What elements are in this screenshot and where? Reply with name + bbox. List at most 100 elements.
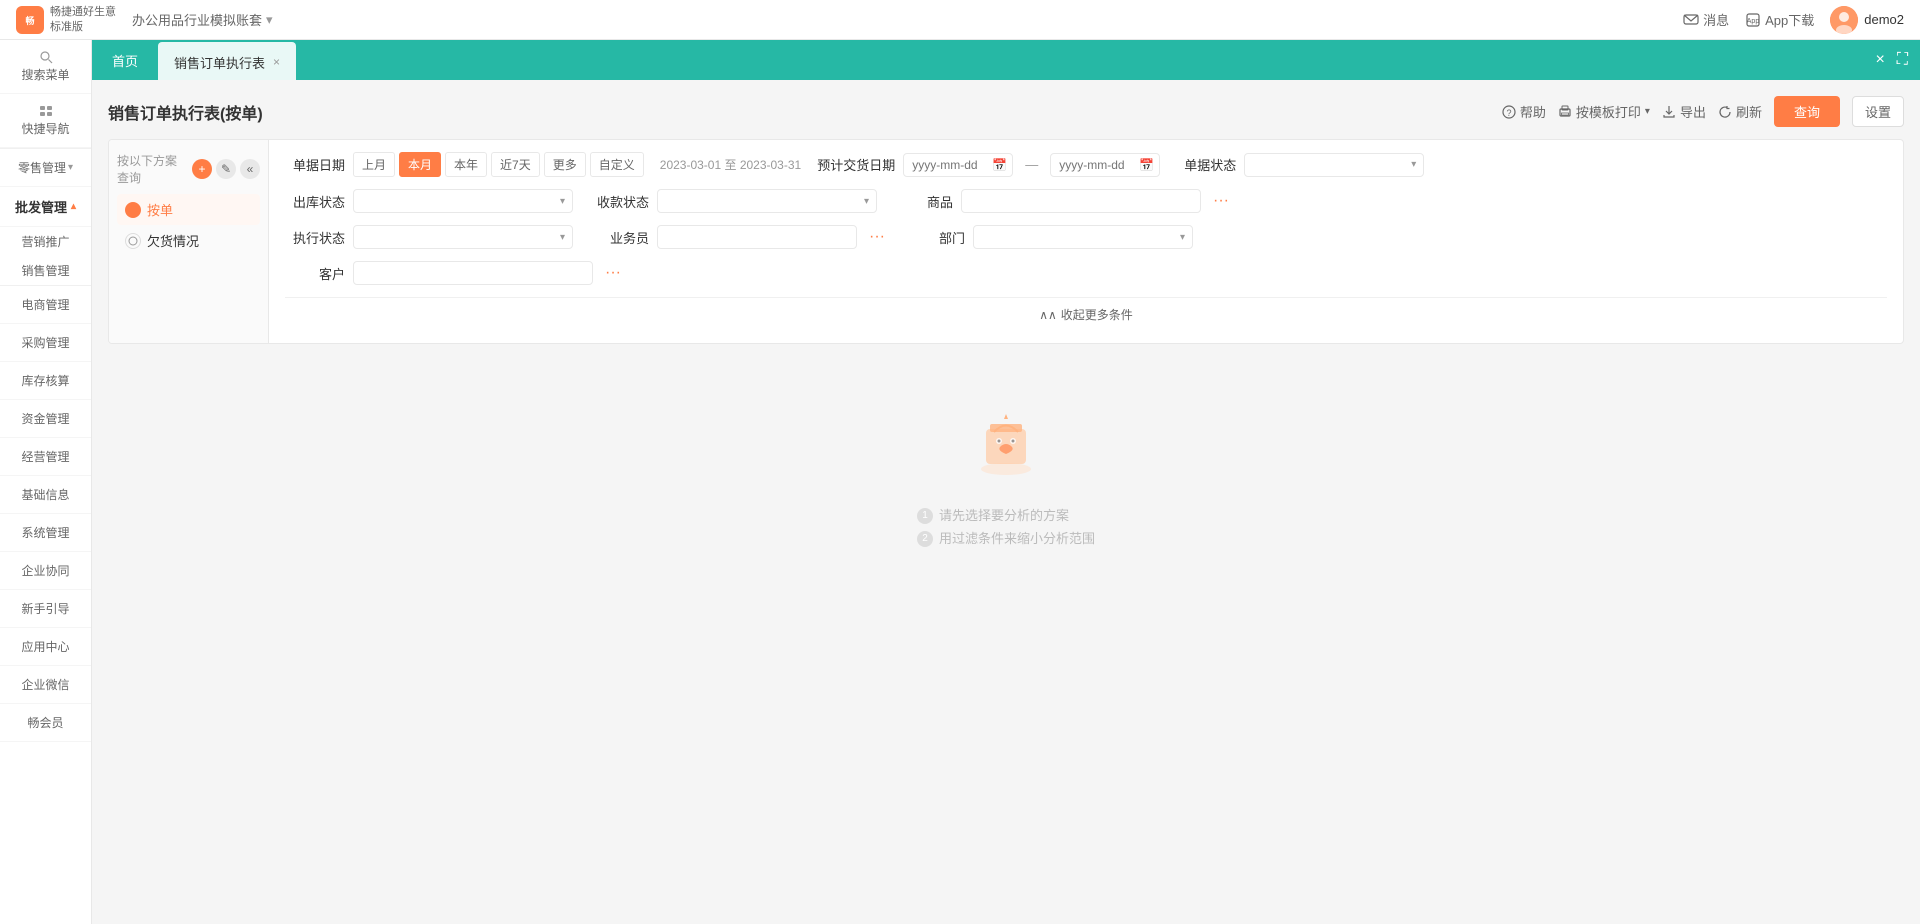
breadcrumb-text: 办公用品行业模拟账套 — [132, 10, 262, 29]
salesperson-dots-button[interactable]: ··· — [865, 228, 889, 246]
window-close-button[interactable]: × — [1871, 47, 1888, 73]
svg-text:App: App — [1747, 18, 1760, 25]
delivery-label: 预计交货日期 — [817, 155, 895, 174]
docstatus-label: 单据状态 — [1176, 155, 1236, 174]
salesperson-input[interactable] — [657, 225, 857, 249]
sidebar-item-finance[interactable]: 资金管理 — [0, 400, 91, 438]
tip-num-2: 2 — [917, 531, 933, 547]
edit-scheme-button[interactable]: ✎ — [216, 159, 236, 179]
execstatus-select[interactable] — [353, 225, 573, 249]
filter-field-docstatus: 单据状态 ▾ — [1176, 153, 1424, 177]
sidebar-item-ecommerce[interactable]: 电商管理 — [0, 286, 91, 324]
sidebar-sub-sales[interactable]: 销售管理 — [0, 256, 91, 285]
product-dots-button[interactable]: ··· — [1209, 192, 1233, 210]
delivery-date-start-input[interactable] — [903, 153, 1013, 177]
sidebar-item-wholesale[interactable]: 批发管理 ▴ — [0, 187, 91, 227]
paymentstatus-select[interactable] — [657, 189, 877, 213]
scheme-icon-shortage — [125, 233, 141, 249]
collapse-scheme-button[interactable]: « — [240, 159, 260, 179]
scheme-item-shortage[interactable]: 欠货情况 — [117, 225, 260, 256]
top-bar-right: 消息 App App下载 demo2 — [1683, 6, 1904, 34]
empty-tip-2: 2 用过滤条件来缩小分析范围 — [917, 527, 1095, 550]
add-scheme-button[interactable]: + — [192, 159, 212, 179]
tab-sales-execution[interactable]: 销售订单执行表 × — [158, 42, 296, 82]
tab-bar: 首页 销售订单执行表 × × ⛶ — [92, 40, 1920, 80]
settings-button[interactable]: 设置 — [1852, 96, 1904, 127]
sidebar-item-operations[interactable]: 经营管理 — [0, 438, 91, 476]
date-btn-lastmonth[interactable]: 上月 — [353, 152, 395, 177]
app-download-button[interactable]: App App下载 — [1745, 10, 1814, 29]
help-button[interactable]: ? 帮助 — [1502, 102, 1546, 121]
scheme-item-order[interactable]: 按单 — [117, 194, 260, 225]
dept-label: 部门 — [905, 228, 965, 247]
date-btn-thismonth[interactable]: 本月 — [399, 152, 441, 177]
empty-tip-1: 1 请先选择要分析的方案 — [917, 504, 1095, 527]
customer-dots-button[interactable]: ··· — [601, 264, 625, 282]
sidebar-sub-marketing[interactable]: 营销推广 — [0, 227, 91, 256]
date-btn-7days[interactable]: 近7天 — [491, 152, 540, 177]
filter-field-paymentstatus: 收款状态 ▾ — [589, 189, 877, 213]
docstatus-select[interactable] — [1244, 153, 1424, 177]
collapse-more-button[interactable]: ∧∧ 收起更多条件 — [285, 297, 1887, 331]
customer-label: 客户 — [285, 264, 345, 283]
breadcrumb[interactable]: 办公用品行业模拟账套 ▾ — [132, 10, 273, 29]
export-button[interactable]: 导出 — [1662, 102, 1706, 121]
sidebar-item-system[interactable]: 系统管理 — [0, 514, 91, 552]
query-button[interactable]: 查询 — [1774, 96, 1840, 127]
sidebar-item-purchase[interactable]: 采购管理 — [0, 324, 91, 362]
deliverystatus-label: 出库状态 — [285, 192, 345, 211]
tab-label: 销售订单执行表 — [174, 53, 265, 72]
message-icon — [1683, 12, 1699, 28]
product-label: 商品 — [893, 192, 953, 211]
date-range-text: 2023-03-01 至 2023-03-31 — [660, 156, 801, 173]
sidebar-item-basic[interactable]: 基础信息 — [0, 476, 91, 514]
download-icon: App — [1745, 12, 1761, 28]
date-btn-more[interactable]: 更多 — [544, 152, 586, 177]
execstatus-select-wrapper: ▾ — [353, 225, 573, 249]
sidebar-item-newbie[interactable]: 新手引导 — [0, 590, 91, 628]
tab-close-button[interactable]: × — [273, 55, 280, 69]
paymentstatus-select-wrapper: ▾ — [657, 189, 877, 213]
deliverystatus-select[interactable] — [353, 189, 573, 213]
filter-field-salesperson: 业务员 ··· — [589, 225, 889, 249]
refresh-button[interactable]: 刷新 — [1718, 102, 1762, 121]
filter-field-deliverystatus: 出库状态 ▾ — [285, 189, 573, 213]
tab-home[interactable]: 首页 — [92, 40, 158, 80]
user-avatar-area[interactable]: demo2 — [1830, 6, 1904, 34]
content-area: 首页 销售订单执行表 × × ⛶ 销售订单执行表(按单) — [92, 40, 1920, 924]
customer-input[interactable] — [353, 261, 593, 285]
nav-icon — [39, 104, 53, 118]
execstatus-label: 执行状态 — [285, 228, 345, 247]
tip-num-1: 1 — [917, 508, 933, 524]
scheme-icon-order — [125, 202, 141, 218]
date-btn-custom[interactable]: 自定义 — [590, 152, 644, 177]
delivery-date-end-input[interactable] — [1050, 153, 1160, 177]
dept-select[interactable] — [973, 225, 1193, 249]
svg-text:?: ? — [1506, 108, 1511, 118]
filter-main: 单据日期 上月 本月 本年 近7天 更多 自定义 2023-03-01 至 20… — [269, 140, 1903, 343]
date-btn-thisyear[interactable]: 本年 — [445, 152, 487, 177]
sidebar-item-quicknav[interactable]: 快捷导航 — [0, 94, 91, 148]
message-button[interactable]: 消息 — [1683, 10, 1729, 29]
print-button[interactable]: 按模板打印 ▾ — [1558, 102, 1650, 121]
dept-select-wrapper: ▾ — [973, 225, 1193, 249]
tab-controls: × ⛶ — [1863, 47, 1920, 73]
sidebar-item-appcenter[interactable]: 应用中心 — [0, 628, 91, 666]
help-icon: ? — [1502, 105, 1516, 119]
empty-illustration — [966, 404, 1046, 484]
sidebar-item-member[interactable]: 畅会员 — [0, 704, 91, 742]
filter-field-product: 商品 ··· — [893, 189, 1233, 213]
filter-side-title: 按以下方案查询 + ✎ « — [117, 152, 260, 186]
product-input[interactable] — [961, 189, 1201, 213]
filter-side-icons: + ✎ « — [192, 159, 260, 179]
sidebar-item-enterprise[interactable]: 企业协同 — [0, 552, 91, 590]
sidebar-item-inventory[interactable]: 库存核算 — [0, 362, 91, 400]
svg-text:畅: 畅 — [25, 15, 34, 26]
sidebar-item-retail[interactable]: 零售管理 ▾ — [0, 149, 91, 187]
window-expand-button[interactable]: ⛶ — [1893, 47, 1912, 73]
sidebar-item-wechat[interactable]: 企业微信 — [0, 666, 91, 704]
print-icon — [1558, 105, 1572, 119]
filter-field-delivery: 预计交货日期 📅 — 📅 — [817, 153, 1160, 177]
sidebar-item-search[interactable]: 搜索菜单 — [0, 40, 91, 94]
filter-row-4: 客户 ··· — [285, 261, 1887, 285]
